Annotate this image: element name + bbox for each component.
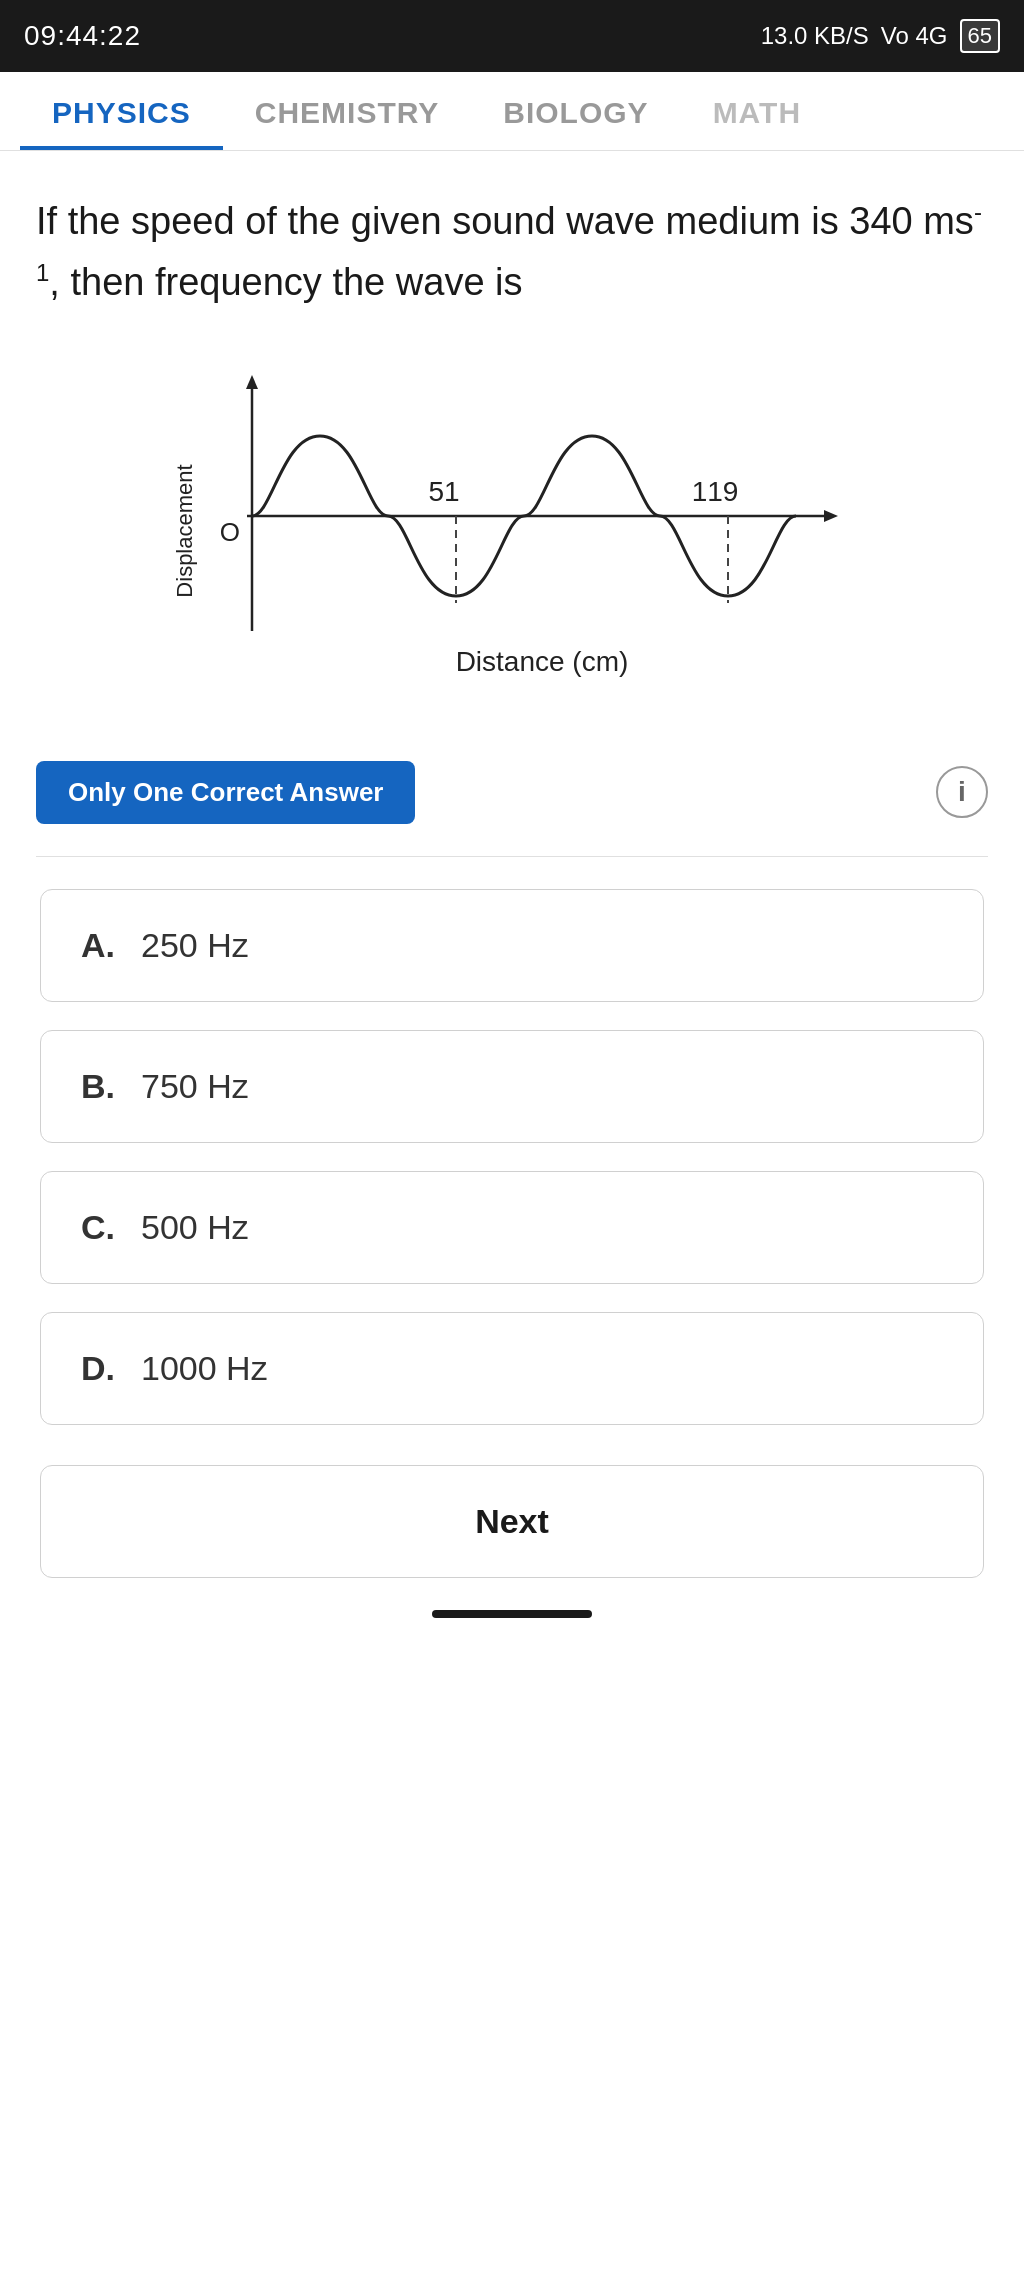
status-time: 09:44:22: [24, 20, 141, 52]
svg-text:O: O: [220, 517, 240, 547]
tab-bar: PHYSICS CHEMISTRY BIOLOGY MATH: [0, 72, 1024, 151]
option-b-text: 750 Hz: [141, 1067, 249, 1106]
status-bar: 09:44:22 13.0 KB/S Vo 4G 65: [0, 0, 1024, 72]
tab-math[interactable]: MATH: [681, 72, 833, 150]
option-c[interactable]: C. 500 Hz: [40, 1171, 984, 1284]
svg-text:51: 51: [428, 476, 459, 507]
tab-biology[interactable]: BIOLOGY: [471, 72, 680, 150]
svg-text:Displacement: Displacement: [172, 464, 197, 597]
divider: [36, 856, 988, 857]
option-c-letter: C.: [81, 1208, 117, 1247]
tab-physics[interactable]: PHYSICS: [20, 72, 223, 150]
option-d-letter: D.: [81, 1349, 117, 1388]
option-a-letter: A.: [81, 926, 117, 965]
option-d[interactable]: D. 1000 Hz: [40, 1312, 984, 1425]
info-icon[interactable]: i: [936, 766, 988, 818]
signal-info: Vo 4G: [881, 22, 948, 50]
options-list: A. 250 Hz B. 750 Hz C. 500 Hz D. 1000 Hz: [36, 889, 988, 1425]
svg-text:119: 119: [692, 476, 739, 507]
bottom-bar: [432, 1610, 592, 1618]
svg-text:Distance (cm): Distance (cm): [456, 646, 629, 677]
question-text: If the speed of the given sound wave med…: [36, 191, 988, 313]
svg-marker-4: [824, 510, 838, 522]
option-c-text: 500 Hz: [141, 1208, 249, 1247]
svg-marker-2: [246, 375, 258, 389]
option-d-text: 1000 Hz: [141, 1349, 268, 1388]
wave-diagram: Displacement O: [36, 361, 988, 701]
next-button[interactable]: Next: [40, 1465, 984, 1578]
battery-icon: 65: [960, 19, 1000, 53]
tab-chemistry[interactable]: CHEMISTRY: [223, 72, 472, 150]
status-right: 13.0 KB/S Vo 4G 65: [761, 19, 1000, 53]
answer-badge: Only One Correct Answer: [36, 761, 415, 824]
option-b-letter: B.: [81, 1067, 117, 1106]
option-a-text: 250 Hz: [141, 926, 249, 965]
main-content: If the speed of the given sound wave med…: [0, 151, 1024, 1618]
option-b[interactable]: B. 750 Hz: [40, 1030, 984, 1143]
option-a[interactable]: A. 250 Hz: [40, 889, 984, 1002]
network-speed: 13.0 KB/S: [761, 22, 869, 50]
answer-type-row: Only One Correct Answer i: [36, 761, 988, 824]
